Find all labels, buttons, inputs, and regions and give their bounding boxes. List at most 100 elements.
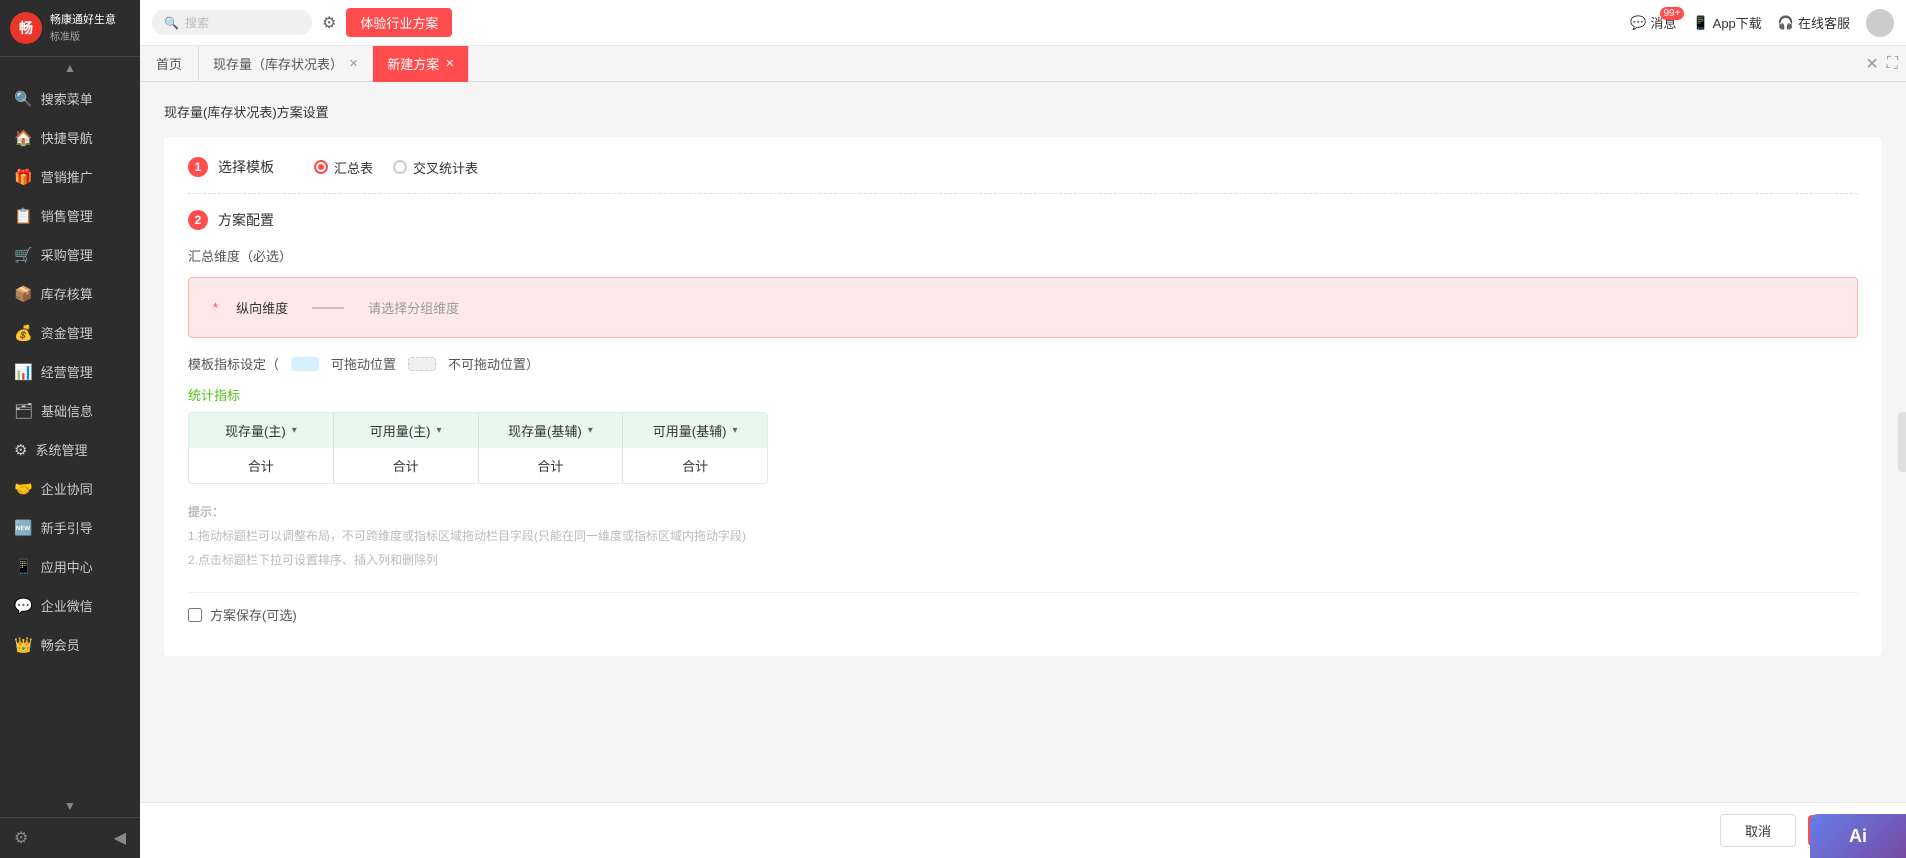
- indicator-fixed-text: 不可拖动位置）: [448, 354, 539, 373]
- sidebar-icon-member: 👑: [14, 636, 33, 654]
- resize-handle[interactable]: [1898, 412, 1906, 472]
- ai-float-button[interactable]: Ai: [1810, 814, 1906, 858]
- sidebar-icon-sales: 📋: [14, 207, 33, 225]
- sidebar-item-marketing[interactable]: 🎁营销推广: [0, 157, 140, 196]
- chevron-down-icon: ▾: [292, 425, 297, 436]
- message-button[interactable]: 💬 消息 99+: [1630, 13, 1676, 32]
- radio-cross-circle: [393, 160, 407, 174]
- stats-body: 合计合计合计合计: [189, 448, 767, 483]
- save-label: 方案保存(可选): [210, 605, 297, 624]
- stats-body-cell: 合计: [623, 448, 767, 483]
- gear-icon[interactable]: ⚙: [322, 13, 336, 33]
- topbar: 🔍 搜索 ⚙ 体验行业方案 💬 消息 99+ 📱 App下载 🎧 在线客服: [140, 0, 1906, 46]
- sidebar-icon-wechat: 💬: [14, 597, 33, 615]
- stats-body-cell: 合计: [189, 448, 334, 483]
- sidebar-item-enterprise[interactable]: 🤝 企业协同: [0, 469, 140, 508]
- sidebar-label-appstore: 应用中心: [41, 557, 93, 576]
- save-checkbox[interactable]: [188, 608, 202, 622]
- stats-header: 现存量(主)▾可用量(主)▾现存量(基辅)▾可用量(基辅)▾: [189, 413, 767, 448]
- sidebar-scroll-down[interactable]: ▼: [0, 795, 140, 817]
- collapse-icon[interactable]: ◀: [114, 828, 126, 848]
- sidebar-nav: 🔍搜索菜单🏠快捷导航🎁营销推广📋销售管理🛒采购管理 📦 库存核算 💰资金管理📊经营管理…: [0, 79, 140, 795]
- stats-body-cell: 合计: [479, 448, 624, 483]
- stats-section: 统计指标 现存量(主)▾可用量(主)▾现存量(基辅)▾可用量(基辅)▾ 合计合计…: [188, 385, 1858, 484]
- sidebar-label-inventory: 库存核算: [41, 284, 93, 303]
- app-logo-icon: 畅: [10, 12, 42, 44]
- sidebar-item-shortcut[interactable]: 🏠快捷导航: [0, 118, 140, 157]
- sidebar-icon-enterprise: 🤝: [14, 480, 33, 498]
- step2-row: 2 方案配置: [188, 210, 1858, 230]
- tab-inventory-label: 现存量（库存状况表）: [213, 54, 343, 73]
- step1-badge: 1: [188, 157, 208, 177]
- sidebar-icon-system: ⚙: [14, 441, 27, 459]
- template-radio-group: 汇总表 交叉统计表: [314, 158, 478, 177]
- movable-indicator: [291, 357, 319, 371]
- sidebar-item-system[interactable]: ⚙ 系统管理: [0, 430, 140, 469]
- topbar-right: 💬 消息 99+ 📱 App下载 🎧 在线客服: [1630, 9, 1894, 37]
- stats-header-cell[interactable]: 现存量(基辅)▾: [479, 413, 624, 448]
- trial-button[interactable]: 体验行业方案: [346, 8, 452, 37]
- step2-badge: 2: [188, 210, 208, 230]
- cancel-button[interactable]: 取消: [1720, 814, 1796, 847]
- message-icon: 💬: [1630, 15, 1646, 31]
- message-badge: 99+: [1660, 7, 1685, 20]
- sidebar-item-finance[interactable]: 💰资金管理: [0, 313, 140, 352]
- scheme-settings-card: 1 选择模板 汇总表 交叉统计表: [164, 137, 1882, 656]
- stats-header-cell[interactable]: 可用量(基辅)▾: [623, 413, 767, 448]
- sidebar-item-wechat[interactable]: 💬企业微信: [0, 586, 140, 625]
- stats-header-cell[interactable]: 现存量(主)▾: [189, 413, 334, 448]
- indicator-movable-text: 可拖动位置: [331, 354, 396, 373]
- page-content: 现存量(库存状况表)方案设置 1 选择模板 汇总表 交叉统计表: [140, 82, 1906, 802]
- topbar-search[interactable]: 🔍 搜索: [152, 10, 312, 35]
- radio-summary-dot: [318, 164, 324, 170]
- sidebar-item-member[interactable]: 👑畅会员: [0, 625, 140, 664]
- user-avatar[interactable]: [1866, 9, 1894, 37]
- sidebar-item-basic[interactable]: 🗂基础信息: [0, 391, 140, 430]
- sidebar-icon-operation: 📊: [14, 363, 33, 381]
- sidebar-label-newbie: 新手引导: [41, 518, 93, 537]
- online-service-button[interactable]: 🎧 在线客服: [1778, 13, 1850, 32]
- sidebar-item-operation[interactable]: 📊经营管理: [0, 352, 140, 391]
- indicator-row: 模板指标设定（ 可拖动位置 不可拖动位置）: [188, 354, 1858, 373]
- sidebar: 畅 畅康通好生意 标准版 ▲ 🔍搜索菜单🏠快捷导航🎁营销推广📋销售管理🛒采购管理…: [0, 0, 140, 858]
- sidebar-label-system: 系统管理: [35, 440, 87, 459]
- tab-close-all-icon[interactable]: ✕: [1865, 54, 1878, 74]
- sidebar-icon-purchase: 🛒: [14, 246, 33, 264]
- sidebar-item-inventory[interactable]: 📦 库存核算: [0, 274, 140, 313]
- sidebar-item-newbie[interactable]: 🆕新手引导: [0, 508, 140, 547]
- main-area: 🔍 搜索 ⚙ 体验行业方案 💬 消息 99+ 📱 App下载 🎧 在线客服: [140, 0, 1906, 858]
- sidebar-icon-inventory: 📦: [14, 285, 33, 303]
- stats-title: 统计指标: [188, 385, 1858, 404]
- tab-new-scheme-close[interactable]: ✕: [445, 57, 454, 70]
- sidebar-item-purchase[interactable]: 🛒采购管理: [0, 235, 140, 274]
- tab-home-label: 首页: [156, 54, 182, 73]
- radio-summary-circle: [314, 160, 328, 174]
- chevron-down-icon: ▾: [588, 425, 593, 436]
- radio-cross[interactable]: 交叉统计表: [393, 158, 478, 177]
- tab-home[interactable]: 首页: [140, 46, 199, 82]
- sidebar-item-search[interactable]: 🔍搜索菜单: [0, 79, 140, 118]
- tab-inventory[interactable]: 现存量（库存状况表） ✕: [199, 46, 373, 82]
- sidebar-label-shortcut: 快捷导航: [41, 128, 93, 147]
- required-row: * 纵向维度 —— 请选择分组维度: [213, 298, 1833, 317]
- app-download-button[interactable]: 📱 App下载: [1692, 13, 1761, 32]
- dimension-arrow: ——: [312, 299, 344, 317]
- sidebar-item-appstore[interactable]: 📱应用中心: [0, 547, 140, 586]
- tab-inventory-close[interactable]: ✕: [349, 57, 358, 70]
- sidebar-label-marketing: 营销推广: [41, 167, 93, 186]
- tab-new-scheme[interactable]: 新建方案 ✕: [373, 46, 469, 82]
- radio-summary[interactable]: 汇总表: [314, 158, 373, 177]
- tab-expand-icon[interactable]: ⛶: [1887, 55, 1898, 73]
- step-divider: [188, 193, 1858, 194]
- sidebar-item-sales[interactable]: 📋销售管理: [0, 196, 140, 235]
- sidebar-label-enterprise: 企业协同: [41, 479, 93, 498]
- sidebar-bottom: ⚙ ◀: [0, 817, 140, 858]
- stats-header-cell[interactable]: 可用量(主)▾: [334, 413, 479, 448]
- page-title: 现存量(库存状况表)方案设置: [164, 102, 1882, 121]
- tab-new-scheme-label: 新建方案: [387, 54, 439, 73]
- radio-cross-label: 交叉统计表: [413, 158, 478, 177]
- sidebar-scroll-up[interactable]: ▲: [0, 57, 140, 79]
- app-download-label: App下载: [1713, 13, 1762, 32]
- dimension-placeholder[interactable]: 请选择分组维度: [368, 298, 459, 317]
- settings-icon[interactable]: ⚙: [14, 828, 28, 848]
